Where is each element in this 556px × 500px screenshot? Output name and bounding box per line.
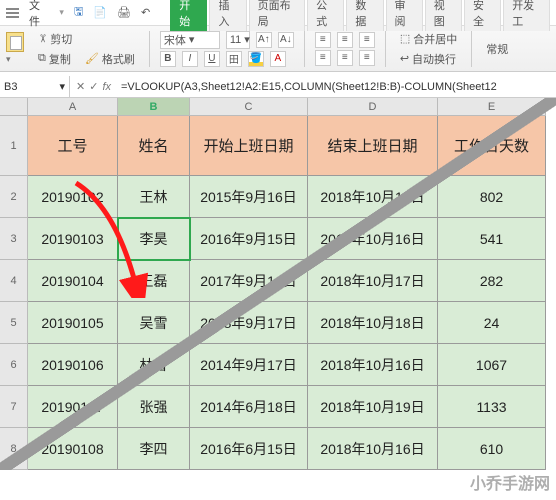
cut-button[interactable]: ✂剪切 — [34, 30, 139, 48]
cut-label: 剪切 — [50, 31, 72, 47]
tab-view[interactable]: 视图 — [425, 0, 462, 31]
align-top-button[interactable]: ≡ — [315, 32, 331, 48]
decrease-font-button[interactable]: A↓ — [278, 32, 294, 48]
merge-center-button[interactable]: ⬚合并居中 — [396, 30, 461, 48]
font-size-value: 11 — [230, 34, 241, 46]
watermark: 小乔手游网 — [470, 470, 550, 494]
merge-icon: ⬚ — [400, 32, 410, 45]
font-name-select[interactable]: 宋体▾ — [160, 31, 220, 49]
undo-icon[interactable]: ↶ — [141, 6, 150, 19]
name-box[interactable]: B3 ▾ — [0, 76, 70, 97]
border-button[interactable]: 田 — [226, 51, 242, 67]
burger-icon[interactable] — [6, 8, 19, 18]
paste-icon[interactable] — [6, 32, 24, 52]
ribbon-tabs: 开始 插入 页面布局 公式 数据 审阅 视图 安全 开发工 — [170, 0, 550, 31]
tab-insert[interactable]: 插入 — [209, 0, 246, 31]
menu-bar: 文件 ▾ 🖫 📄 🖨 ↶ 开始 插入 页面布局 公式 数据 审阅 视图 安全 开… — [0, 0, 556, 26]
font-name-value: 宋体 — [164, 32, 186, 48]
fill-color-button[interactable]: 🪣 — [248, 51, 264, 67]
font-size-select[interactable]: 11▾ — [226, 31, 250, 49]
bold-button[interactable]: B — [160, 51, 176, 67]
underline-button[interactable]: U — [204, 51, 220, 67]
chevron-down-icon: ▾ — [59, 80, 65, 93]
tab-review[interactable]: 审阅 — [386, 0, 423, 31]
number-format-select[interactable]: 常规 — [482, 40, 512, 58]
align-middle-button[interactable]: ≡ — [337, 32, 353, 48]
align-bottom-button[interactable]: ≡ — [359, 32, 375, 48]
align-center-button[interactable]: ≡ — [337, 50, 353, 66]
wrap-label: 自动换行 — [412, 51, 456, 67]
tab-data[interactable]: 数据 — [346, 0, 383, 31]
cancel-icon[interactable]: ✕ — [76, 80, 85, 93]
font-color-button[interactable]: A — [270, 51, 286, 67]
number-format-label: 常规 — [486, 41, 508, 57]
tab-dev[interactable]: 开发工 — [503, 0, 550, 31]
formula-bar: B3 ▾ ✕ ✓ fx =VLOOKUP(A3,Sheet12!A2:E15,C… — [0, 76, 556, 98]
format-painter-label: 格式刷 — [102, 51, 135, 67]
cell[interactable]: 工号 — [28, 116, 118, 176]
align-right-button[interactable]: ≡ — [359, 50, 375, 66]
cell-reference: B3 — [4, 81, 17, 93]
increase-font-button[interactable]: A↑ — [256, 32, 272, 48]
tab-layout[interactable]: 页面布局 — [249, 0, 305, 31]
ribbon-toolbar: ▾ ✂剪切 ⧉复制 🖌格式刷 宋体▾ 11▾ A↑ A↓ B I U 田 🪣 A… — [0, 26, 556, 72]
print-icon[interactable]: 🖨 — [117, 6, 131, 19]
scissors-icon: ✂ — [36, 34, 49, 43]
align-left-button[interactable]: ≡ — [315, 50, 331, 66]
accept-icon[interactable]: ✓ — [89, 80, 98, 93]
chevron-down-icon: ▾ — [59, 7, 64, 18]
brush-icon: 🖌 — [85, 52, 99, 65]
auto-wrap-button[interactable]: ↩自动换行 — [396, 50, 461, 68]
file-menu[interactable]: 文件 — [29, 0, 49, 29]
cell[interactable]: 李昊 — [118, 218, 190, 260]
preview-icon[interactable]: 📄 — [93, 6, 107, 19]
format-painter-button[interactable]: 🖌格式刷 — [81, 50, 139, 68]
copy-button[interactable]: ⧉复制 — [34, 50, 75, 68]
wrap-icon: ↩ — [400, 52, 409, 65]
tab-security[interactable]: 安全 — [464, 0, 501, 31]
copy-icon: ⧉ — [38, 52, 46, 65]
merge-label: 合并居中 — [413, 31, 457, 47]
tab-start[interactable]: 开始 — [170, 0, 207, 31]
italic-button[interactable]: I — [182, 51, 198, 67]
save-icon[interactable]: 🖫 — [74, 3, 83, 22]
fx-icon[interactable]: fx — [102, 81, 111, 93]
spreadsheet-grid: A B C D E 1工号姓名开始上班日期结束上班日期工作日天数22019010… — [0, 98, 556, 470]
formula-input[interactable]: =VLOOKUP(A3,Sheet12!A2:E15,COLUMN(Sheet1… — [117, 81, 556, 93]
tab-formula[interactable]: 公式 — [307, 0, 344, 31]
copy-label: 复制 — [49, 51, 71, 67]
